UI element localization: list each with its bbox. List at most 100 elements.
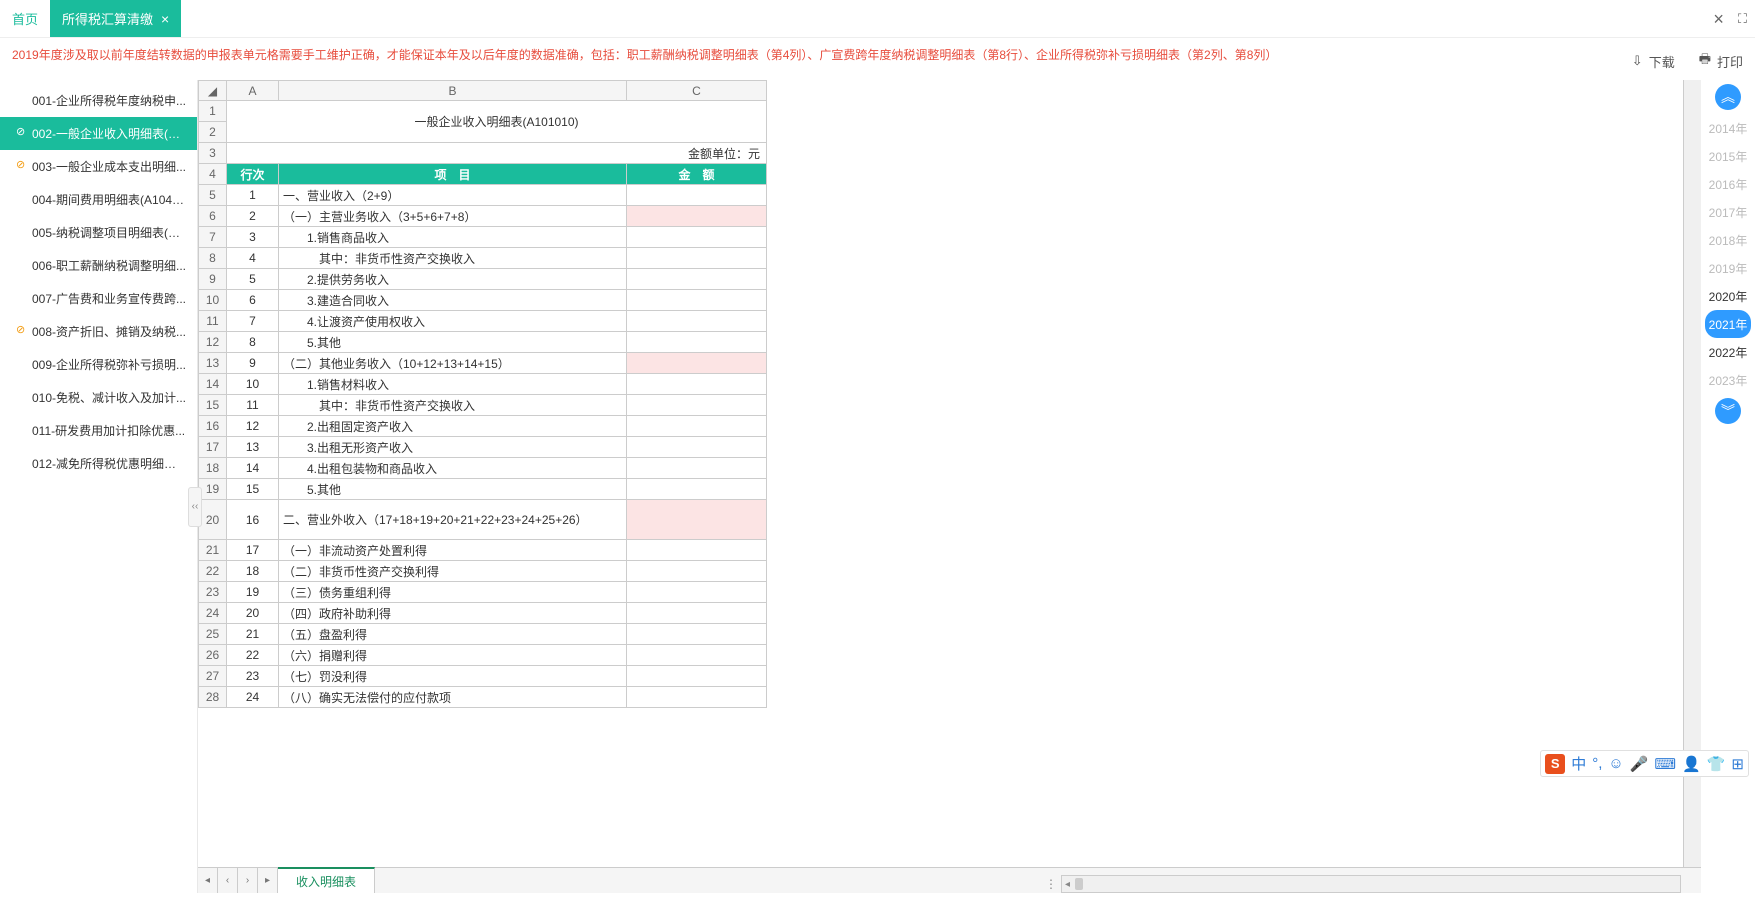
cell-amount[interactable] [627, 624, 767, 645]
cell-item[interactable]: 4.让渡资产使用权收入 [279, 311, 627, 332]
row-header[interactable]: 17 [199, 437, 227, 458]
year-scroll-up-icon[interactable]: ︽ [1715, 84, 1741, 110]
row-header[interactable]: 22 [199, 561, 227, 582]
sidebar-item-10[interactable]: 010-免税、减计收入及加计... [0, 381, 197, 414]
ime-cn-icon[interactable]: 中 [1571, 753, 1586, 774]
sidebar-item-6[interactable]: 006-职工薪酬纳税调整明细... [0, 249, 197, 282]
row-header[interactable]: 27 [199, 666, 227, 687]
sidebar-item-12[interactable]: 012-减免所得税优惠明细表(... [0, 447, 197, 480]
cell-rownum[interactable]: 22 [227, 645, 279, 666]
cell-item[interactable]: 4.出租包装物和商品收入 [279, 458, 627, 479]
row-header[interactable]: 16 [199, 416, 227, 437]
window-close-icon[interactable]: × [1713, 9, 1724, 30]
cell-item[interactable]: 1.销售商品收入 [279, 227, 627, 248]
cell-amount[interactable] [627, 687, 767, 708]
download-button[interactable]: ⇩ 下载 [1632, 52, 1675, 71]
cell-item[interactable]: （四）政府补助利得 [279, 603, 627, 624]
year-option[interactable]: 2018年 [1705, 226, 1751, 254]
cell-amount[interactable] [627, 206, 767, 227]
row-header[interactable]: 14 [199, 374, 227, 395]
ime-sogou-icon[interactable]: S [1545, 754, 1565, 774]
cell-amount[interactable] [627, 374, 767, 395]
cell-rownum[interactable]: 2 [227, 206, 279, 227]
row-header[interactable]: 15 [199, 395, 227, 416]
cell-rownum[interactable]: 7 [227, 311, 279, 332]
cell-amount[interactable] [627, 603, 767, 624]
ime-account-icon[interactable]: 👤 [1682, 755, 1701, 773]
sidebar-item-3[interactable]: ⊘003-一般企业成本支出明细... [0, 150, 197, 183]
cell-rownum[interactable]: 12 [227, 416, 279, 437]
cell-rownum[interactable]: 21 [227, 624, 279, 645]
cell-item[interactable]: （一）主营业务收入（3+5+6+7+8） [279, 206, 627, 227]
cell-amount[interactable] [627, 479, 767, 500]
spreadsheet-grid[interactable]: ◢ABC1一般企业收入明细表(A101010)23金额单位：元4行次项 目金 额… [198, 80, 767, 708]
sidebar-item-11[interactable]: 011-研发费用加计扣除优惠... [0, 414, 197, 447]
row-header[interactable]: 25 [199, 624, 227, 645]
cell-amount[interactable] [627, 416, 767, 437]
cell-item[interactable]: 3.建造合同收入 [279, 290, 627, 311]
row-header[interactable]: 13 [199, 353, 227, 374]
row-header[interactable]: 21 [199, 540, 227, 561]
corner-cell[interactable]: ◢ [199, 81, 227, 101]
cell-amount[interactable] [627, 269, 767, 290]
sheet-nav-last-icon[interactable]: ▸ [258, 868, 278, 893]
cell-amount[interactable] [627, 666, 767, 687]
cell-rownum[interactable]: 4 [227, 248, 279, 269]
row-header[interactable]: 18 [199, 458, 227, 479]
row-header[interactable]: 6 [199, 206, 227, 227]
cell-amount[interactable] [627, 248, 767, 269]
row-header[interactable]: 20 [199, 500, 227, 540]
cell-amount[interactable] [627, 332, 767, 353]
cell-rownum[interactable]: 18 [227, 561, 279, 582]
fullscreen-icon[interactable]: ⛶ [1738, 11, 1747, 27]
cell-rownum[interactable]: 10 [227, 374, 279, 395]
year-option[interactable]: 2023年 [1705, 366, 1751, 394]
row-header[interactable]: 9 [199, 269, 227, 290]
year-option[interactable]: 2019年 [1705, 254, 1751, 282]
cell-item[interactable]: （一）非流动资产处置利得 [279, 540, 627, 561]
row-header[interactable]: 11 [199, 311, 227, 332]
cell-item[interactable]: （二）其他业务收入（10+12+13+14+15） [279, 353, 627, 374]
row-header[interactable]: 1 [199, 101, 227, 122]
sidebar-item-5[interactable]: 005-纳税调整项目明细表(A1... [0, 216, 197, 249]
cell-rownum[interactable]: 5 [227, 269, 279, 290]
row-header[interactable]: 10 [199, 290, 227, 311]
cell-amount[interactable] [627, 582, 767, 603]
cell-item[interactable]: 一、营业收入（2+9） [279, 185, 627, 206]
year-option[interactable]: 2020年 [1705, 282, 1751, 310]
cell-item[interactable]: 其中：非货币性资产交换收入 [279, 248, 627, 269]
cell-rownum[interactable]: 9 [227, 353, 279, 374]
tab-home[interactable]: 首页 [0, 0, 50, 37]
cell-item[interactable]: （五）盘盈利得 [279, 624, 627, 645]
cell-item[interactable]: 5.其他 [279, 332, 627, 353]
row-header[interactable]: 28 [199, 687, 227, 708]
scroll-left-icon[interactable]: ◂ [1062, 879, 1073, 890]
sheet-nav-prev-icon[interactable]: ‹ [218, 868, 238, 893]
row-header[interactable]: 5 [199, 185, 227, 206]
cell-rownum[interactable]: 19 [227, 582, 279, 603]
year-option[interactable]: 2016年 [1705, 170, 1751, 198]
close-icon[interactable]: × [161, 11, 169, 27]
cell-amount[interactable] [627, 458, 767, 479]
cell-amount[interactable] [627, 311, 767, 332]
year-option[interactable]: 2022年 [1705, 338, 1751, 366]
print-button[interactable]: 🖶 打印 [1699, 50, 1743, 72]
year-option[interactable]: 2014年 [1705, 114, 1751, 142]
cell-item[interactable]: 3.出租无形资产收入 [279, 437, 627, 458]
split-handle[interactable]: ⋮ [1045, 877, 1057, 891]
year-option[interactable]: 2021年 [1705, 310, 1751, 338]
sidebar-collapse-handle[interactable]: ‹‹ [188, 487, 202, 527]
cell-amount[interactable] [627, 395, 767, 416]
cell-rownum[interactable]: 20 [227, 603, 279, 624]
sheet-nav-next-icon[interactable]: › [238, 868, 258, 893]
col-header-C[interactable]: C [627, 81, 767, 101]
year-scroll-down-icon[interactable]: ︾ [1715, 398, 1741, 424]
cell-item[interactable]: 2.出租固定资产收入 [279, 416, 627, 437]
cell-rownum[interactable]: 24 [227, 687, 279, 708]
cell-amount[interactable] [627, 500, 767, 540]
sidebar-item-8[interactable]: ⊘008-资产折旧、摊销及纳税... [0, 315, 197, 348]
ime-keyboard-icon[interactable]: ⌨ [1654, 755, 1676, 773]
cell-item[interactable]: 2.提供劳务收入 [279, 269, 627, 290]
row-header[interactable]: 12 [199, 332, 227, 353]
cell-rownum[interactable]: 3 [227, 227, 279, 248]
